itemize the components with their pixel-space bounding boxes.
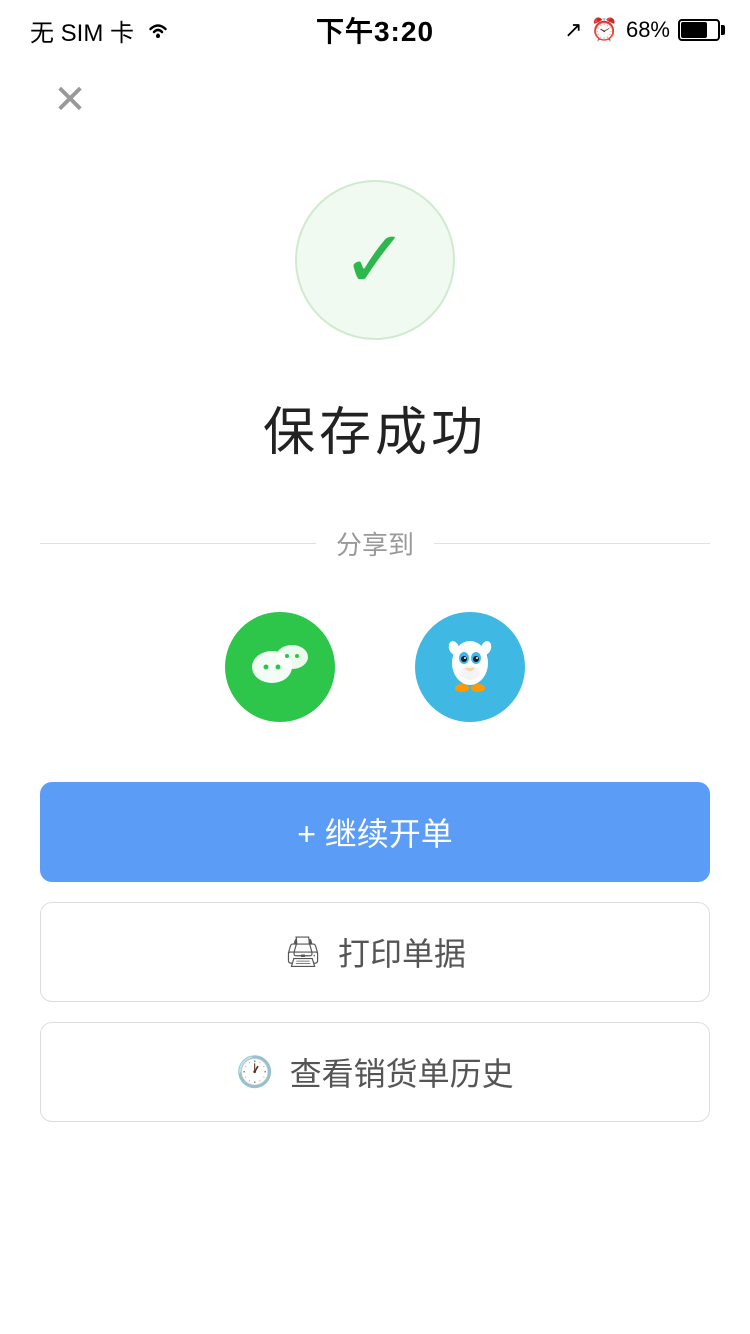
alarm-icon: ⏰ bbox=[591, 17, 618, 43]
carrier-label: 无 SIM 卡 bbox=[30, 13, 134, 48]
action-buttons: + 继续开单 🖨 打印单据 🕐 查看销货单历史 bbox=[40, 782, 710, 1122]
print-button[interactable]: 🖨 打印单据 bbox=[40, 902, 710, 1002]
qq-icon bbox=[440, 633, 500, 701]
print-button-label: 打印单据 bbox=[338, 929, 466, 975]
history-icon: 🕐 bbox=[236, 1055, 273, 1090]
wifi-icon bbox=[144, 20, 172, 40]
wechat-icon bbox=[246, 633, 314, 701]
history-button[interactable]: 🕐 查看销货单历史 bbox=[40, 1022, 710, 1122]
share-label: 分享到 bbox=[336, 525, 414, 562]
status-bar: 无 SIM 卡 下午3:20 ↗ ⏰ 68% bbox=[0, 0, 750, 60]
checkmark-icon: ✓ bbox=[341, 220, 408, 300]
main-content: ✓ 保存成功 分享到 bbox=[0, 60, 750, 1122]
continue-button[interactable]: + 继续开单 bbox=[40, 782, 710, 882]
success-title: 保存成功 bbox=[263, 390, 487, 465]
location-icon: ↗ bbox=[564, 17, 582, 43]
success-section: ✓ 保存成功 bbox=[40, 180, 710, 525]
battery-percentage: 68% bbox=[626, 17, 670, 43]
success-circle: ✓ bbox=[295, 180, 455, 340]
close-button[interactable]: ✕ bbox=[40, 70, 100, 130]
share-divider: 分享到 bbox=[40, 525, 710, 562]
share-icons bbox=[40, 612, 710, 722]
wechat-share-button[interactable] bbox=[225, 612, 335, 722]
carrier-info: 无 SIM 卡 bbox=[30, 13, 172, 48]
time-display: 下午3:20 bbox=[316, 10, 434, 50]
share-section: 分享到 bbox=[40, 525, 710, 722]
history-button-label: 查看销货单历史 bbox=[290, 1049, 514, 1095]
battery-icon bbox=[678, 19, 720, 41]
status-right: ↗ ⏰ 68% bbox=[564, 17, 720, 43]
continue-button-label: + 继续开单 bbox=[297, 809, 453, 855]
print-icon: 🖨 bbox=[284, 935, 322, 970]
close-icon: ✕ bbox=[53, 80, 87, 120]
qq-share-button[interactable] bbox=[415, 612, 525, 722]
